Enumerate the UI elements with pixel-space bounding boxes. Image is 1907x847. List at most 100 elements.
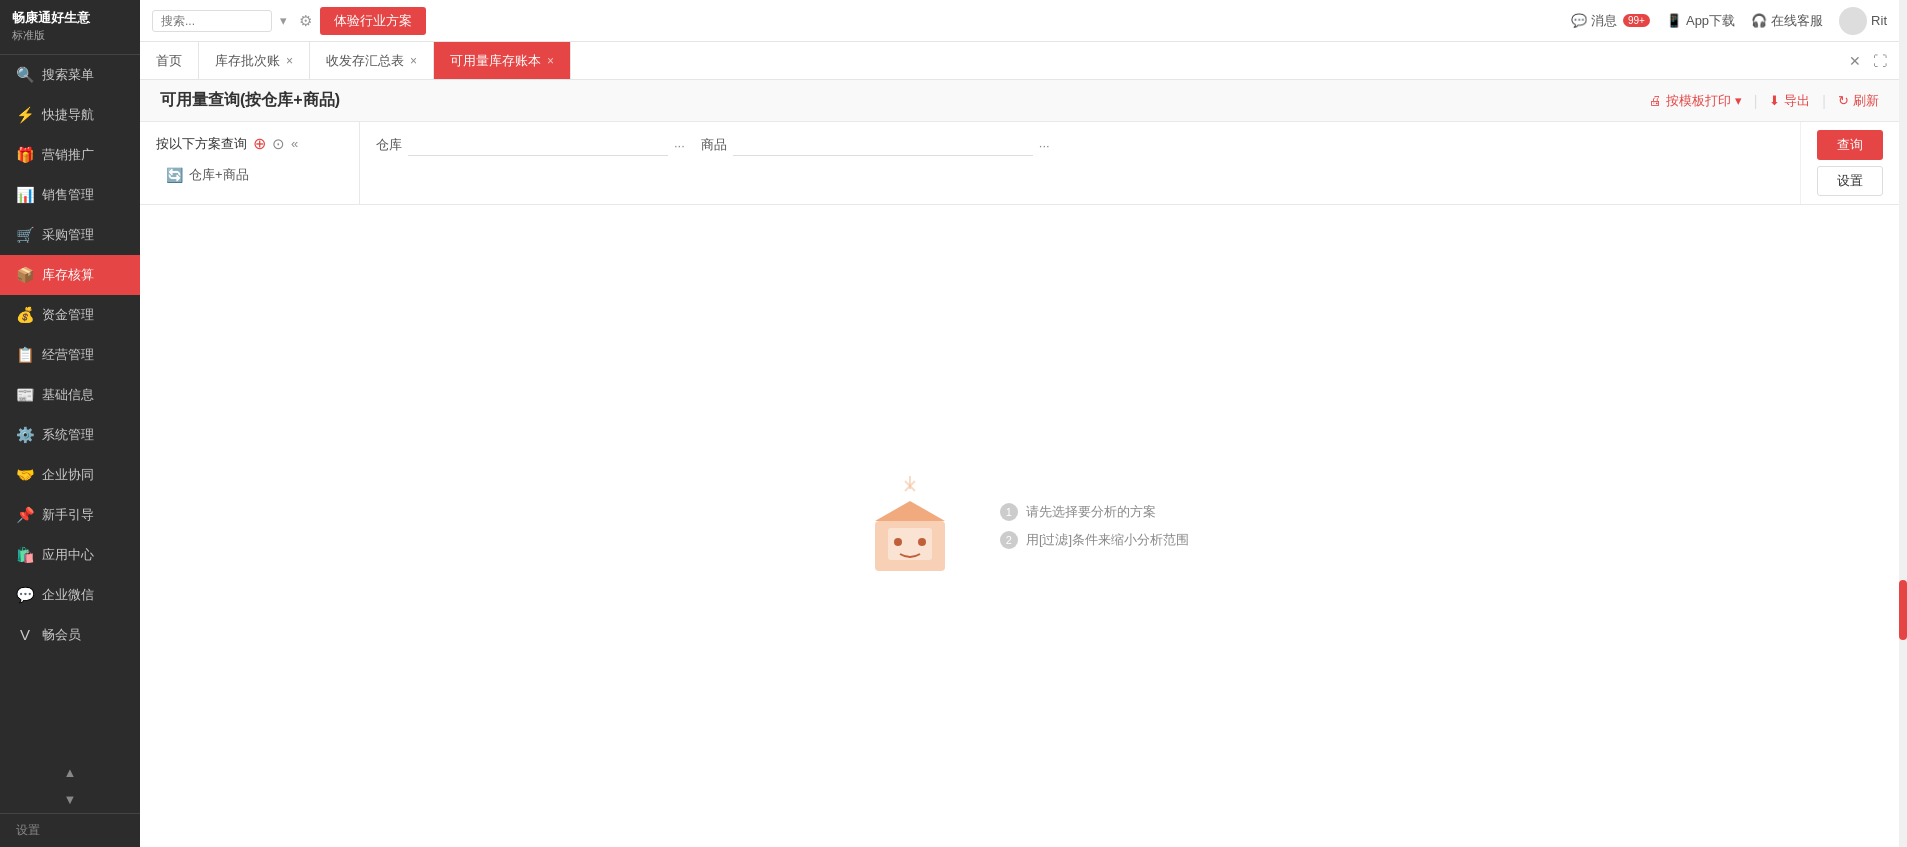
goods-more-icon[interactable]: ··· [1039, 138, 1050, 153]
svg-marker-1 [875, 501, 945, 521]
finance-icon: 💰 [16, 306, 34, 324]
refresh-icon: ↻ [1838, 93, 1849, 108]
refresh-btn[interactable]: ↻ 刷新 [1838, 92, 1879, 110]
sidebar-item-operation[interactable]: 📋 经营管理 [0, 335, 140, 375]
svg-point-4 [918, 538, 926, 546]
operation-icon: 📋 [16, 346, 34, 364]
sidebar-item-sales[interactable]: 📊 销售管理 [0, 175, 140, 215]
sidebar-item-system[interactable]: ⚙️ 系统管理 [0, 415, 140, 455]
sidebar-header: 畅康通好生意 标准版 [0, 0, 140, 55]
sidebar-item-finance[interactable]: 💰 资金管理 [0, 295, 140, 335]
sidebar-item-enterprise[interactable]: 🤝 企业协同 [0, 455, 140, 495]
app-center-icon: 🛍️ [16, 546, 34, 564]
content-area: 1 请先选择要分析的方案 2 用[过滤]条件来缩小分析范围 [140, 205, 1899, 847]
filter-field-goods: 商品 ··· [701, 134, 1050, 156]
divider-2: | [1822, 93, 1826, 109]
settings-scheme-icon[interactable]: ⊙ [272, 135, 285, 153]
sidebar-item-inventory[interactable]: 📦 库存核算 [0, 255, 140, 295]
export-btn[interactable]: ⬇ 导出 [1769, 92, 1810, 110]
inventory-icon: 📦 [16, 266, 34, 284]
industry-btn[interactable]: 体验行业方案 [320, 7, 426, 35]
empty-illustration [850, 466, 970, 586]
filter-scheme-header: 按以下方案查询 ⊕ ⊙ « [156, 134, 343, 153]
empty-state: 1 请先选择要分析的方案 2 用[过滤]条件来缩小分析范围 [850, 466, 1189, 586]
right-edge-scrollbar [1899, 0, 1907, 847]
purchase-icon: 🛒 [16, 226, 34, 244]
hint-num-1: 1 [1000, 503, 1018, 521]
warehouse-more-icon[interactable]: ··· [674, 138, 685, 153]
warehouse-input[interactable] [408, 134, 668, 156]
scheme-warehouse-goods[interactable]: 🔄 仓库+商品 [156, 161, 343, 189]
collapse-icon[interactable]: « [291, 136, 298, 151]
sales-icon: 📊 [16, 186, 34, 204]
tab-close-batch-account[interactable]: × [286, 54, 293, 68]
query-button[interactable]: 查询 [1817, 130, 1883, 160]
tabs-bar: 首页 库存批次账 × 收发存汇总表 × 可用量库存账本 × ✕ ⛶ [140, 42, 1899, 80]
sidebar-item-app-center[interactable]: 🛍️ 应用中心 [0, 535, 140, 575]
enterprise-icon: 🤝 [16, 466, 34, 484]
message-badge: 99+ [1623, 14, 1650, 27]
sidebar-item-quick-nav[interactable]: ⚡ 快捷导航 [0, 95, 140, 135]
basic-icon: 📰 [16, 386, 34, 404]
export-icon: ⬇ [1769, 93, 1780, 108]
topbar-app-download[interactable]: 📱 App下载 [1666, 12, 1735, 30]
sidebar-scroll-up[interactable]: ▲ [0, 759, 140, 786]
newbie-icon: 📌 [16, 506, 34, 524]
tabs-window-controls: ✕ ⛶ [1845, 49, 1899, 73]
topbar-gear-icon[interactable]: ⚙ [299, 12, 312, 30]
topbar-dropdown-icon[interactable]: ▾ [276, 9, 291, 32]
page-header: 可用量查询(按仓库+商品) 🖨 按模板打印 ▾ | ⬇ 导出 | ↻ 刷新 [140, 80, 1899, 122]
tab-close-window-icon[interactable]: ✕ [1845, 49, 1865, 73]
tab-close-inventory-summary[interactable]: × [410, 54, 417, 68]
topbar-online-service[interactable]: 🎧 在线客服 [1751, 12, 1823, 30]
sidebar-item-marketing[interactable]: 🎁 营销推广 [0, 135, 140, 175]
sidebar-nav: 🔍 搜索菜单 ⚡ 快捷导航 🎁 营销推广 📊 销售管理 🛒 采购管理 📦 库存核… [0, 55, 140, 759]
svg-point-3 [894, 538, 902, 546]
avatar [1839, 7, 1867, 35]
goods-input[interactable] [733, 134, 1033, 156]
sidebar-item-search[interactable]: 🔍 搜索菜单 [0, 55, 140, 95]
sidebar-item-newbie[interactable]: 📌 新手引导 [0, 495, 140, 535]
print-dropdown-icon[interactable]: ▾ [1735, 93, 1742, 108]
sidebar-item-purchase[interactable]: 🛒 采购管理 [0, 215, 140, 255]
sidebar-item-corp-wechat[interactable]: 💬 企业微信 [0, 575, 140, 615]
settings-button[interactable]: 设置 [1817, 166, 1883, 196]
tab-inventory-summary[interactable]: 收发存汇总表 × [310, 42, 434, 79]
quick-nav-icon: ⚡ [16, 106, 34, 124]
tab-batch-account[interactable]: 库存批次账 × [199, 42, 310, 79]
topbar: ▾ ⚙ 体验行业方案 💬 消息 99+ 📱 App下载 🎧 在线客服 Rit [140, 0, 1899, 42]
search-icon: 🔍 [16, 66, 34, 84]
app-download-icon: 📱 [1666, 13, 1682, 28]
page-header-actions: 🖨 按模板打印 ▾ | ⬇ 导出 | ↻ 刷新 [1649, 92, 1879, 110]
sidebar-item-member[interactable]: V 畅会员 [0, 615, 140, 655]
sidebar-item-basic[interactable]: 📰 基础信息 [0, 375, 140, 415]
system-icon: ⚙️ [16, 426, 34, 444]
main-area: ▾ ⚙ 体验行业方案 💬 消息 99+ 📱 App下载 🎧 在线客服 Rit [140, 0, 1899, 847]
tab-close-available-ledger[interactable]: × [547, 54, 554, 68]
sidebar-scroll-down[interactable]: ▼ [0, 786, 140, 813]
add-scheme-icon[interactable]: ⊕ [253, 134, 266, 153]
online-service-icon: 🎧 [1751, 13, 1767, 28]
filter-row: 仓库 ··· 商品 ··· [376, 134, 1784, 156]
topbar-user[interactable]: Rit [1839, 7, 1887, 35]
hint-num-2: 2 [1000, 531, 1018, 549]
sidebar-footer-settings[interactable]: 设置 [0, 813, 140, 847]
hint-1: 1 请先选择要分析的方案 [1000, 503, 1189, 521]
topbar-right: 💬 消息 99+ 📱 App下载 🎧 在线客服 Rit [1571, 7, 1887, 35]
print-btn[interactable]: 🖨 按模板打印 ▾ [1649, 92, 1742, 110]
divider-1: | [1754, 93, 1758, 109]
filter-field-warehouse: 仓库 ··· [376, 134, 685, 156]
sidebar: 畅康通好生意 标准版 🔍 搜索菜单 ⚡ 快捷导航 🎁 营销推广 📊 销售管理 🛒… [0, 0, 140, 847]
member-icon: V [16, 626, 34, 643]
topbar-search-area: ▾ [152, 9, 291, 32]
empty-hints: 1 请先选择要分析的方案 2 用[过滤]条件来缩小分析范围 [1000, 503, 1189, 549]
print-icon: 🖨 [1649, 93, 1662, 108]
topbar-search-input[interactable] [152, 10, 272, 32]
tab-expand-icon[interactable]: ⛶ [1869, 49, 1891, 73]
right-edge-handle[interactable] [1899, 580, 1907, 640]
tab-home[interactable]: 首页 [140, 42, 199, 79]
hint-2: 2 用[过滤]条件来缩小分析范围 [1000, 531, 1189, 549]
app-logo: 畅康通好生意 标准版 [12, 10, 128, 44]
tab-available-ledger[interactable]: 可用量库存账本 × [434, 42, 571, 79]
topbar-message[interactable]: 💬 消息 99+ [1571, 12, 1650, 30]
